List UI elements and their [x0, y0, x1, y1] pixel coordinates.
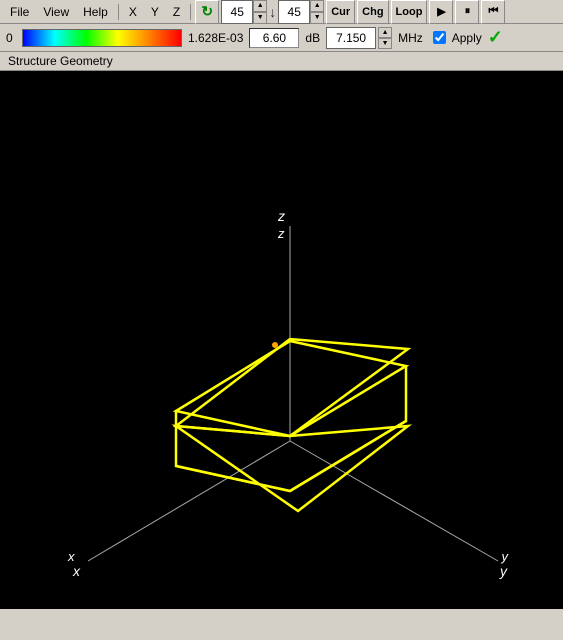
menu-help[interactable]: Help — [77, 3, 114, 21]
x-spin-down[interactable]: ▼ — [253, 12, 267, 24]
loop-button[interactable]: Loop — [391, 0, 428, 24]
freq-up[interactable]: ▲ — [378, 27, 392, 38]
freq-input[interactable]: 7.150 — [326, 27, 376, 49]
y-spin-arrows: ▲ ▼ — [310, 0, 324, 24]
apply-checkmark-icon[interactable]: ✓ — [488, 27, 503, 48]
menu-z[interactable]: Z — [167, 3, 186, 21]
x-spin-group: 45 ▲ ▼ — [221, 0, 267, 24]
refresh-icon: ↻ — [201, 3, 213, 20]
freq-group: 7.150 ▲ ▼ — [326, 27, 392, 49]
colorbar-gradient — [22, 29, 182, 47]
colorbar-row: 0 1.628E-03 6.60 dB 7.150 ▲ ▼ MHz Apply … — [0, 24, 563, 52]
x-spin-input[interactable]: 45 — [221, 0, 253, 24]
db-value-input[interactable]: 6.60 — [249, 28, 299, 48]
freq-arrows: ▲ ▼ — [378, 27, 392, 49]
freq-down[interactable]: ▼ — [378, 38, 392, 49]
menu-bar: File View Help X Y Z ↻ 45 ▲ ▼ ↓ 45 ▲ ▼ C… — [0, 0, 563, 24]
play-button[interactable]: ▶ — [429, 0, 453, 24]
x-spin-arrows: ▲ ▼ — [253, 0, 267, 24]
x-axis-label: x — [68, 549, 75, 564]
svg-text:y: y — [499, 563, 508, 579]
db-unit-label: dB — [305, 31, 320, 45]
x-spin-up[interactable]: ▲ — [253, 0, 267, 12]
z-axis-label: z — [278, 226, 285, 241]
apply-label[interactable]: Apply — [452, 31, 482, 45]
play-icon: ▶ — [437, 5, 445, 18]
menu-file[interactable]: File — [4, 3, 35, 21]
geometry-svg: z x y — [0, 71, 563, 609]
stop-button[interactable]: ⏮ — [481, 0, 505, 24]
menu-divider-1 — [118, 4, 119, 20]
svg-text:x: x — [72, 563, 81, 579]
apply-checkbox[interactable] — [433, 31, 446, 44]
section-label: Structure Geometry — [0, 52, 563, 71]
y-arrow-icon: ↓ — [269, 4, 276, 20]
refresh-button[interactable]: ↻ — [195, 0, 219, 24]
mhz-label: MHz — [398, 31, 423, 45]
chg-button[interactable]: Chg — [357, 0, 388, 24]
colorbar-max-label: 1.628E-03 — [188, 31, 243, 45]
stop-icon: ⏮ — [488, 5, 498, 18]
y-spin-group: 45 ▲ ▼ — [278, 0, 324, 24]
menu-divider-2 — [190, 4, 191, 20]
pause-button[interactable]: ⏸ — [455, 0, 479, 24]
menu-x[interactable]: X — [123, 3, 143, 21]
y-axis-label: y — [502, 549, 509, 564]
viewport[interactable]: z x y z x y — [0, 71, 563, 609]
y-spin-input[interactable]: 45 — [278, 0, 310, 24]
svg-text:z: z — [277, 208, 285, 224]
pause-icon: ⏸ — [465, 5, 471, 18]
y-spin-down[interactable]: ▼ — [310, 12, 324, 24]
y-spin-up[interactable]: ▲ — [310, 0, 324, 12]
menu-view[interactable]: View — [37, 3, 75, 21]
colorbar-min-label: 0 — [6, 31, 16, 45]
menu-y[interactable]: Y — [145, 3, 165, 21]
cur-button[interactable]: Cur — [326, 0, 355, 24]
